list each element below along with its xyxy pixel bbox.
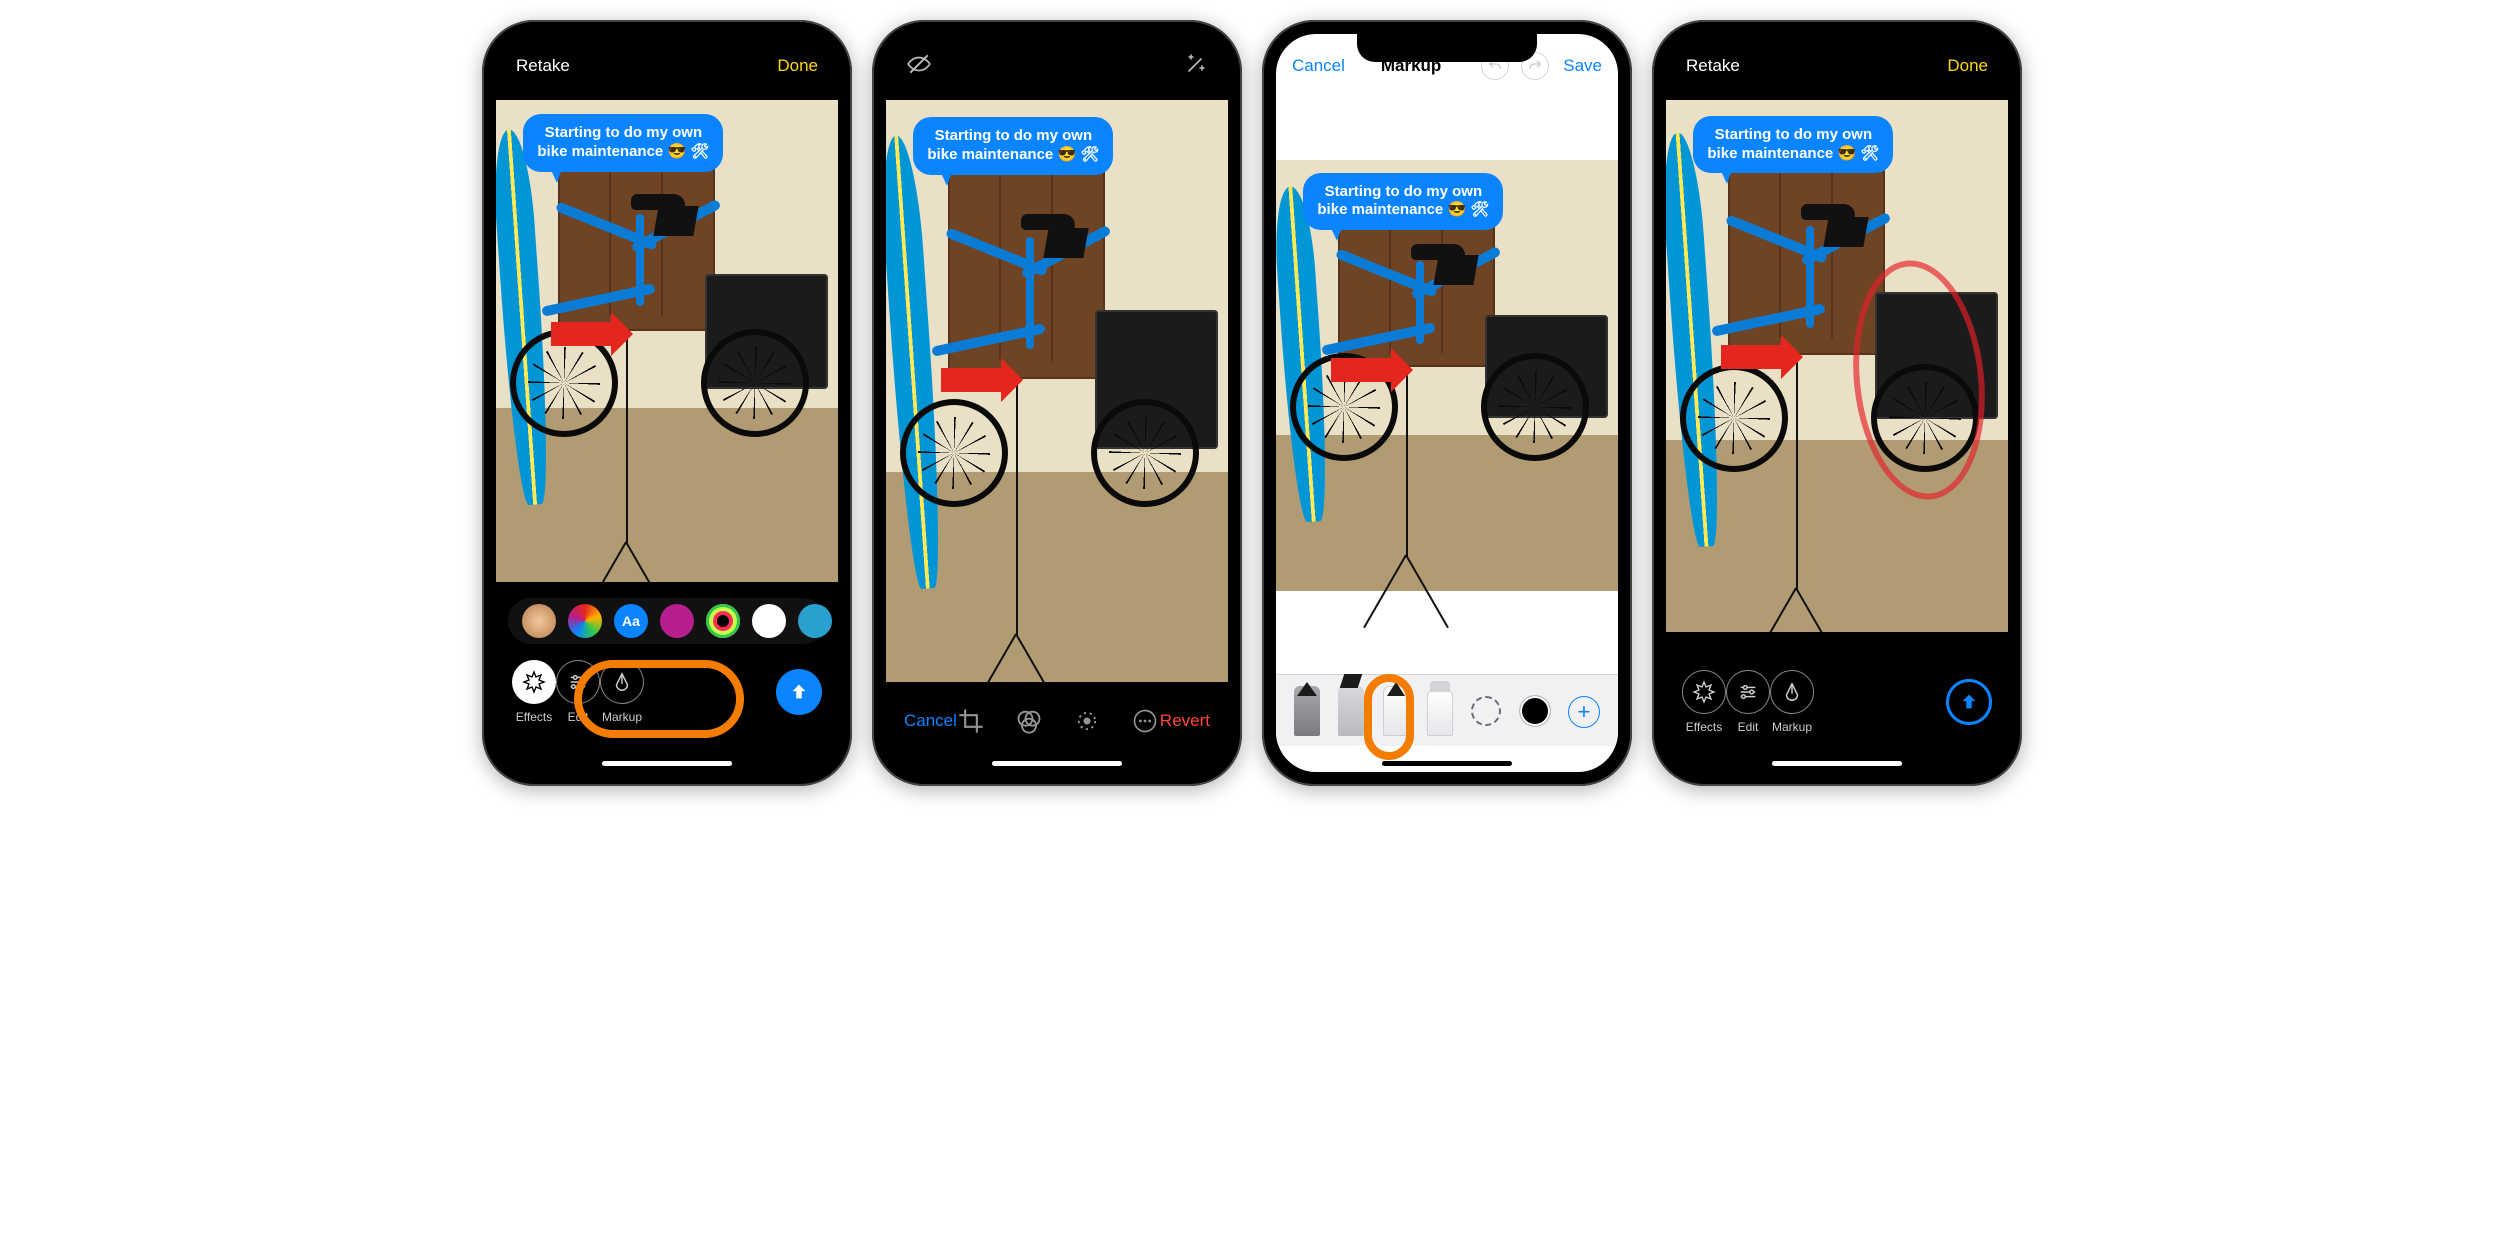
cancel-button[interactable]: Cancel <box>1292 56 1345 76</box>
markup-button[interactable]: Markup <box>1770 670 1814 734</box>
arrow-up-icon <box>788 681 810 703</box>
screen-4: Retake Done Starting to do my own bike m… <box>1666 34 2008 772</box>
retake-button[interactable]: Retake <box>516 56 570 75</box>
markup-label: Markup <box>602 710 642 724</box>
markup-label: Markup <box>1772 720 1812 734</box>
red-arrow-sticker <box>551 322 611 346</box>
airline-app-icon[interactable] <box>752 604 786 638</box>
add-shape-button[interactable]: + <box>1568 696 1600 728</box>
effects-label: Effects <box>1686 720 1722 734</box>
done-button[interactable]: Done <box>1947 56 1988 75</box>
pen-tip-icon <box>611 671 633 693</box>
magic-wand-icon[interactable] <box>1184 52 1208 76</box>
filters-app-icon[interactable] <box>568 604 602 638</box>
notch <box>577 34 757 62</box>
eraser-tool[interactable] <box>1427 690 1453 736</box>
message-bubble: Starting to do my own bike maintenance 😎… <box>523 114 723 172</box>
notch <box>1747 34 1927 62</box>
text-app-icon[interactable]: Aa <box>614 604 648 638</box>
pen-tip-icon <box>1781 681 1803 703</box>
pen-tool[interactable] <box>1294 686 1320 736</box>
cancel-button[interactable]: Cancel <box>904 711 957 731</box>
red-arrow-sticker <box>1721 345 1781 369</box>
screen-3: Cancel Markup Save Starting to do my own… <box>1276 34 1618 772</box>
edit-toolbar: Cancel Revert <box>886 694 1228 748</box>
color-picker-black[interactable] <box>1520 696 1550 726</box>
phone-frame-3: Cancel Markup Save Starting to do my own… <box>1262 20 1632 786</box>
effects-label: Effects <box>516 710 552 724</box>
notch <box>1357 34 1537 62</box>
home-indicator[interactable] <box>1382 761 1512 766</box>
phone-frame-1: Retake Done Starting to do my own bike m… <box>482 20 852 786</box>
photo-preview: Starting to do my own bike maintenance 😎… <box>496 100 838 582</box>
markup-tools: + <box>1276 674 1618 746</box>
edit-label: Edit <box>568 710 589 724</box>
marker-tool[interactable] <box>1338 686 1364 736</box>
save-button[interactable]: Save <box>1563 56 1602 76</box>
star-burst-icon <box>522 670 546 694</box>
photo-preview: Starting to do my own bike maintenance 😎… <box>886 100 1228 682</box>
pencil-tool[interactable] <box>1383 686 1409 736</box>
screen-2: Starting to do my own bike maintenance 😎… <box>886 34 1228 772</box>
extra-app-icon[interactable] <box>798 604 832 638</box>
send-button[interactable] <box>1946 679 1992 725</box>
tools-row: Effects Edit Markup <box>496 652 838 732</box>
redo-icon <box>1527 58 1543 74</box>
message-bubble: Starting to do my own bike maintenance 😎… <box>1303 173 1503 231</box>
edit-button[interactable]: Edit <box>1726 670 1770 734</box>
imessage-apps-row[interactable]: Aa <box>508 598 826 644</box>
notch <box>967 34 1147 62</box>
send-button[interactable] <box>776 669 822 715</box>
revert-button[interactable]: Revert <box>1160 711 1210 731</box>
effects-button[interactable]: Effects <box>1682 670 1726 734</box>
done-button[interactable]: Done <box>777 56 818 75</box>
phone-frame-4: Retake Done Starting to do my own bike m… <box>1652 20 2022 786</box>
edit-label: Edit <box>1738 720 1759 734</box>
home-indicator[interactable] <box>992 761 1122 766</box>
eye-off-icon[interactable] <box>906 51 932 77</box>
sliders-icon <box>1737 681 1759 703</box>
memoji-app-icon[interactable] <box>522 604 556 638</box>
adjust-icon[interactable] <box>1073 707 1101 735</box>
arrow-up-icon <box>1958 691 1980 713</box>
red-arrow-sticker <box>941 368 1001 392</box>
lasso-tool[interactable] <box>1471 696 1501 726</box>
message-bubble: Starting to do my own bike maintenance 😎… <box>913 117 1113 175</box>
crop-icon[interactable] <box>957 707 985 735</box>
filters-icon[interactable] <box>1015 707 1043 735</box>
tools-row: Effects Edit Markup <box>1666 662 2008 742</box>
message-bubble: Starting to do my own bike maintenance 😎… <box>1693 116 1893 174</box>
star-burst-icon <box>1692 680 1716 704</box>
retake-button[interactable]: Retake <box>1686 56 1740 75</box>
sliders-icon <box>567 671 589 693</box>
shapes-app-icon[interactable] <box>660 604 694 638</box>
photo-preview[interactable]: Starting to do my own bike maintenance 😎… <box>1276 90 1618 672</box>
activity-app-icon[interactable] <box>706 604 740 638</box>
red-arrow-sticker <box>1331 358 1391 382</box>
home-indicator[interactable] <box>602 761 732 766</box>
home-indicator[interactable] <box>1772 761 1902 766</box>
phone-frame-2: Starting to do my own bike maintenance 😎… <box>872 20 1242 786</box>
photo-preview: Starting to do my own bike maintenance 😎… <box>1666 100 2008 632</box>
screen-1: Retake Done Starting to do my own bike m… <box>496 34 838 772</box>
edit-button[interactable]: Edit <box>556 660 600 724</box>
more-icon[interactable] <box>1131 707 1159 735</box>
effects-button[interactable]: Effects <box>512 660 556 724</box>
markup-button[interactable]: Markup <box>600 660 644 724</box>
